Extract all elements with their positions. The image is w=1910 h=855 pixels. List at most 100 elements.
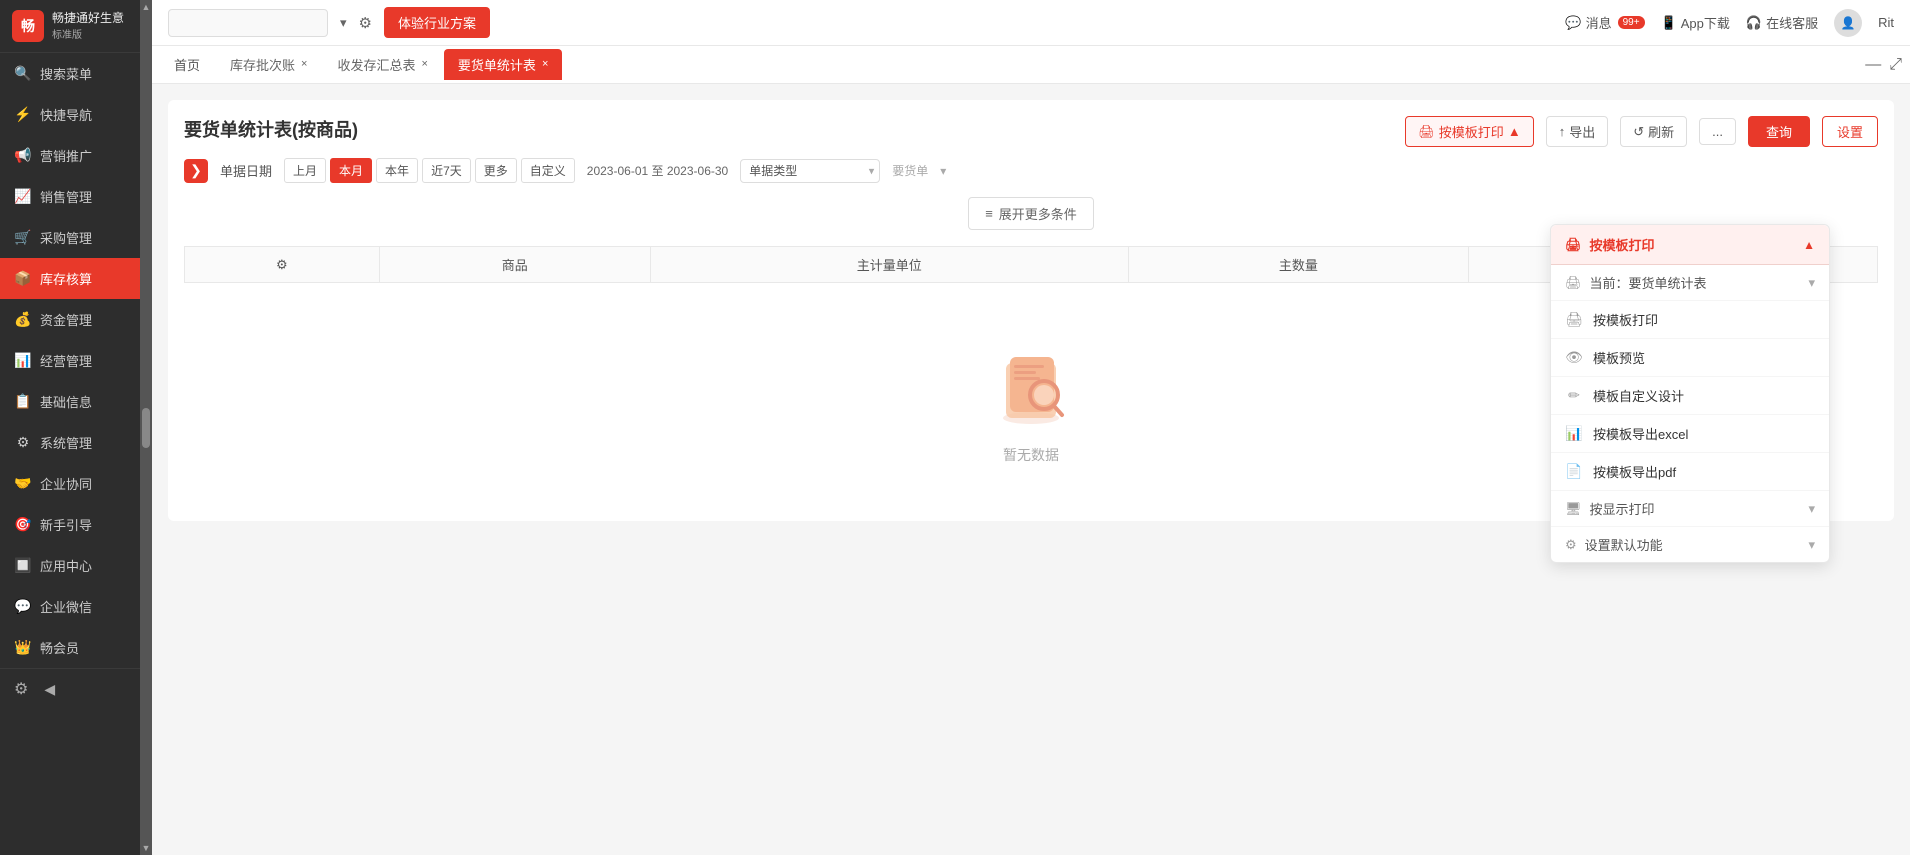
sidebar-item-marketing[interactable]: 📢 营销推广 <box>0 135 140 176</box>
message-item[interactable]: 💬 消息 99+ <box>1565 13 1644 32</box>
col-gear[interactable]: ⚙ <box>185 247 380 283</box>
sidebar-item-label: 营销推广 <box>40 146 92 165</box>
sidebar-item-basic[interactable]: 📋 基础信息 <box>0 381 140 422</box>
purchase-icon: 🛒 <box>14 229 32 246</box>
template-pdf-label: 按模板导出pdf <box>1593 462 1676 481</box>
industry-btn[interactable]: 体验行业方案 <box>384 7 490 38</box>
print-icon: 🖨 <box>1418 124 1435 140</box>
template-print-label: 按模板打印 <box>1593 310 1658 329</box>
tab-minimize-btn[interactable]: — <box>1865 56 1881 74</box>
sidebar-item-collab[interactable]: 🤝 企业协同 <box>0 463 140 504</box>
sidebar-item-inventory[interactable]: 📦 库存核算 <box>0 258 140 299</box>
tab-collection-close[interactable]: × <box>421 59 427 70</box>
default-func-item[interactable]: ⚙ 设置默认功能 ▾ <box>1551 527 1829 562</box>
dropdown-item-template-pdf[interactable]: 📄 按模板导出pdf <box>1551 453 1829 491</box>
online-service-item[interactable]: 🎧 在线客服 <box>1746 13 1818 32</box>
default-func-label-wrapper: ⚙ 设置默认功能 <box>1565 535 1663 554</box>
export-icon: ↑ <box>1559 124 1566 139</box>
sidebar-logo: 畅 畅捷通好生意 标准版 <box>0 0 140 53</box>
prev-month-btn[interactable]: 上月 <box>284 158 326 183</box>
more-filters-btn[interactable]: ≡ 展开更多条件 <box>968 197 1094 230</box>
sidebar-item-quicknav[interactable]: ⚡ 快捷导航 <box>0 94 140 135</box>
export-btn[interactable]: ↑ 导出 <box>1546 116 1609 147</box>
filter-expand-btn[interactable]: ❯ <box>184 159 208 183</box>
filter-row: ❯ 单据日期 上月 本月 本年 近7天 更多 自定义 2023-06-01 至 … <box>184 158 1878 183</box>
dropdown-item-template-preview[interactable]: 👁 模板预览 <box>1551 339 1829 377</box>
tab-collection[interactable]: 收发存汇总表 × <box>323 49 441 80</box>
sidebar-collapse-icon[interactable]: ◀ <box>44 681 55 698</box>
scroll-up-btn[interactable]: ▲ <box>142 2 151 12</box>
sidebar-item-label: 采购管理 <box>40 228 92 247</box>
sidebar-settings-icon[interactable]: ⚙ <box>14 679 28 699</box>
tab-order-stats-close[interactable]: × <box>542 59 548 70</box>
template-print-icon: 🖨 <box>1565 311 1583 328</box>
tab-batch-label: 库存批次账 <box>230 55 295 74</box>
header-dropdown-btn[interactable]: ▾ <box>340 15 347 31</box>
sidebar-item-member[interactable]: 👑 畅会员 <box>0 627 140 668</box>
refresh-btn[interactable]: ↺ 刷新 <box>1620 116 1687 147</box>
sidebar-item-apps[interactable]: 🔲 应用中心 <box>0 545 140 586</box>
sidebar-footer: ⚙ ◀ <box>0 668 140 709</box>
dropdown-close-chevron[interactable]: ▲ <box>1803 238 1815 252</box>
sidebar-item-label: 销售管理 <box>40 187 92 206</box>
more-date-btn[interactable]: 更多 <box>475 158 517 183</box>
sidebar-item-finance[interactable]: 💰 资金管理 <box>0 299 140 340</box>
more-btn[interactable]: ... <box>1699 118 1736 145</box>
dropdown-item-template-excel[interactable]: 📊 按模板导出excel <box>1551 415 1829 453</box>
dropdown-header[interactable]: 🖨 按模板打印 ▲ <box>1551 225 1829 265</box>
dropdown-item-template-design[interactable]: ✏ 模板自定义设计 <box>1551 377 1829 415</box>
week7-btn[interactable]: 近7天 <box>422 158 471 183</box>
curr-month-btn[interactable]: 本月 <box>330 158 372 183</box>
sidebar-item-newbie[interactable]: 🎯 新手引导 <box>0 504 140 545</box>
app-download-item[interactable]: 📱 App下载 <box>1661 13 1730 32</box>
system-icon: ⚙ <box>14 434 32 451</box>
query-btn[interactable]: 查询 <box>1748 116 1810 147</box>
sidebar-item-purchase[interactable]: 🛒 采购管理 <box>0 217 140 258</box>
tab-batch[interactable]: 库存批次账 × <box>216 49 321 80</box>
date-buttons: 上月 本月 本年 近7天 更多 自定义 <box>284 158 575 183</box>
sidebar-item-label: 经营管理 <box>40 351 92 370</box>
settings-btn[interactable]: 设置 <box>1822 116 1878 147</box>
doc-type-select[interactable]: 单据类型 <box>740 159 880 183</box>
curr-year-btn[interactable]: 本年 <box>376 158 418 183</box>
tab-order-stats[interactable]: 要货单统计表 × <box>444 49 562 80</box>
settings-gear-icon[interactable]: ⚙ <box>359 14 372 32</box>
date-range-display: 2023-06-01 至 2023-06-30 <box>587 162 728 179</box>
display-print-item[interactable]: 🖥 按显示打印 ▾ <box>1551 491 1829 527</box>
tab-home[interactable]: 首页 <box>160 49 214 80</box>
col-product: 商品 <box>379 247 650 283</box>
sidebar-item-sales[interactable]: 📈 销售管理 <box>0 176 140 217</box>
tab-expand-btn[interactable]: ⤢ <box>1889 56 1902 74</box>
template-excel-icon: 📊 <box>1565 425 1583 442</box>
wechat-icon: 💬 <box>14 598 32 615</box>
template-excel-label: 按模板导出excel <box>1593 424 1688 443</box>
current-template-label: 当前：要货单统计表 <box>1590 273 1707 292</box>
tab-batch-close[interactable]: × <box>301 59 307 70</box>
sidebar-item-system[interactable]: ⚙ 系统管理 <box>0 422 140 463</box>
expand-icon: ≡ <box>985 206 993 221</box>
print-template-btn[interactable]: 🖨 按模板打印 ▲ <box>1405 116 1533 147</box>
template-design-icon: ✏ <box>1565 387 1583 404</box>
logo-icon: 畅 <box>12 10 44 42</box>
doc-type-wrapper: 单据类型 <box>740 159 880 183</box>
custom-date-btn[interactable]: 自定义 <box>521 158 575 183</box>
scroll-down-btn[interactable]: ▼ <box>142 843 151 853</box>
sidebar-item-search[interactable]: 🔍 搜索菜单 <box>0 53 140 94</box>
tab-bar: 首页 库存批次账 × 收发存汇总表 × 要货单统计表 × — ⤢ <box>152 46 1910 84</box>
sidebar-item-label: 企业微信 <box>40 597 92 616</box>
sidebar-item-operations[interactable]: 📊 经营管理 <box>0 340 140 381</box>
app-download-icon: 📱 <box>1661 15 1677 31</box>
main-area: ▾ ⚙ 体验行业方案 💬 消息 99+ 📱 App下载 🎧 在线客服 👤 Rit… <box>152 0 1910 855</box>
search-icon: 🔍 <box>14 65 32 82</box>
message-icon: 💬 <box>1565 15 1581 31</box>
header-search-input[interactable] <box>168 9 328 37</box>
sidebar-item-wechat[interactable]: 💬 企业微信 <box>0 586 140 627</box>
sidebar-scrollbar[interactable]: ▲ ▼ <box>140 0 152 855</box>
current-template-item[interactable]: 🖨 当前：要货单统计表 ▾ <box>1551 265 1829 301</box>
sidebar-item-label: 基础信息 <box>40 392 92 411</box>
col-unit: 主计量单位 <box>650 247 1128 283</box>
avatar[interactable]: 👤 <box>1834 9 1862 37</box>
dropdown-item-template-print[interactable]: 🖨 按模板打印 <box>1551 301 1829 339</box>
sidebar-item-label: 应用中心 <box>40 556 92 575</box>
header-right: 💬 消息 99+ 📱 App下载 🎧 在线客服 👤 Rit <box>1565 9 1894 37</box>
